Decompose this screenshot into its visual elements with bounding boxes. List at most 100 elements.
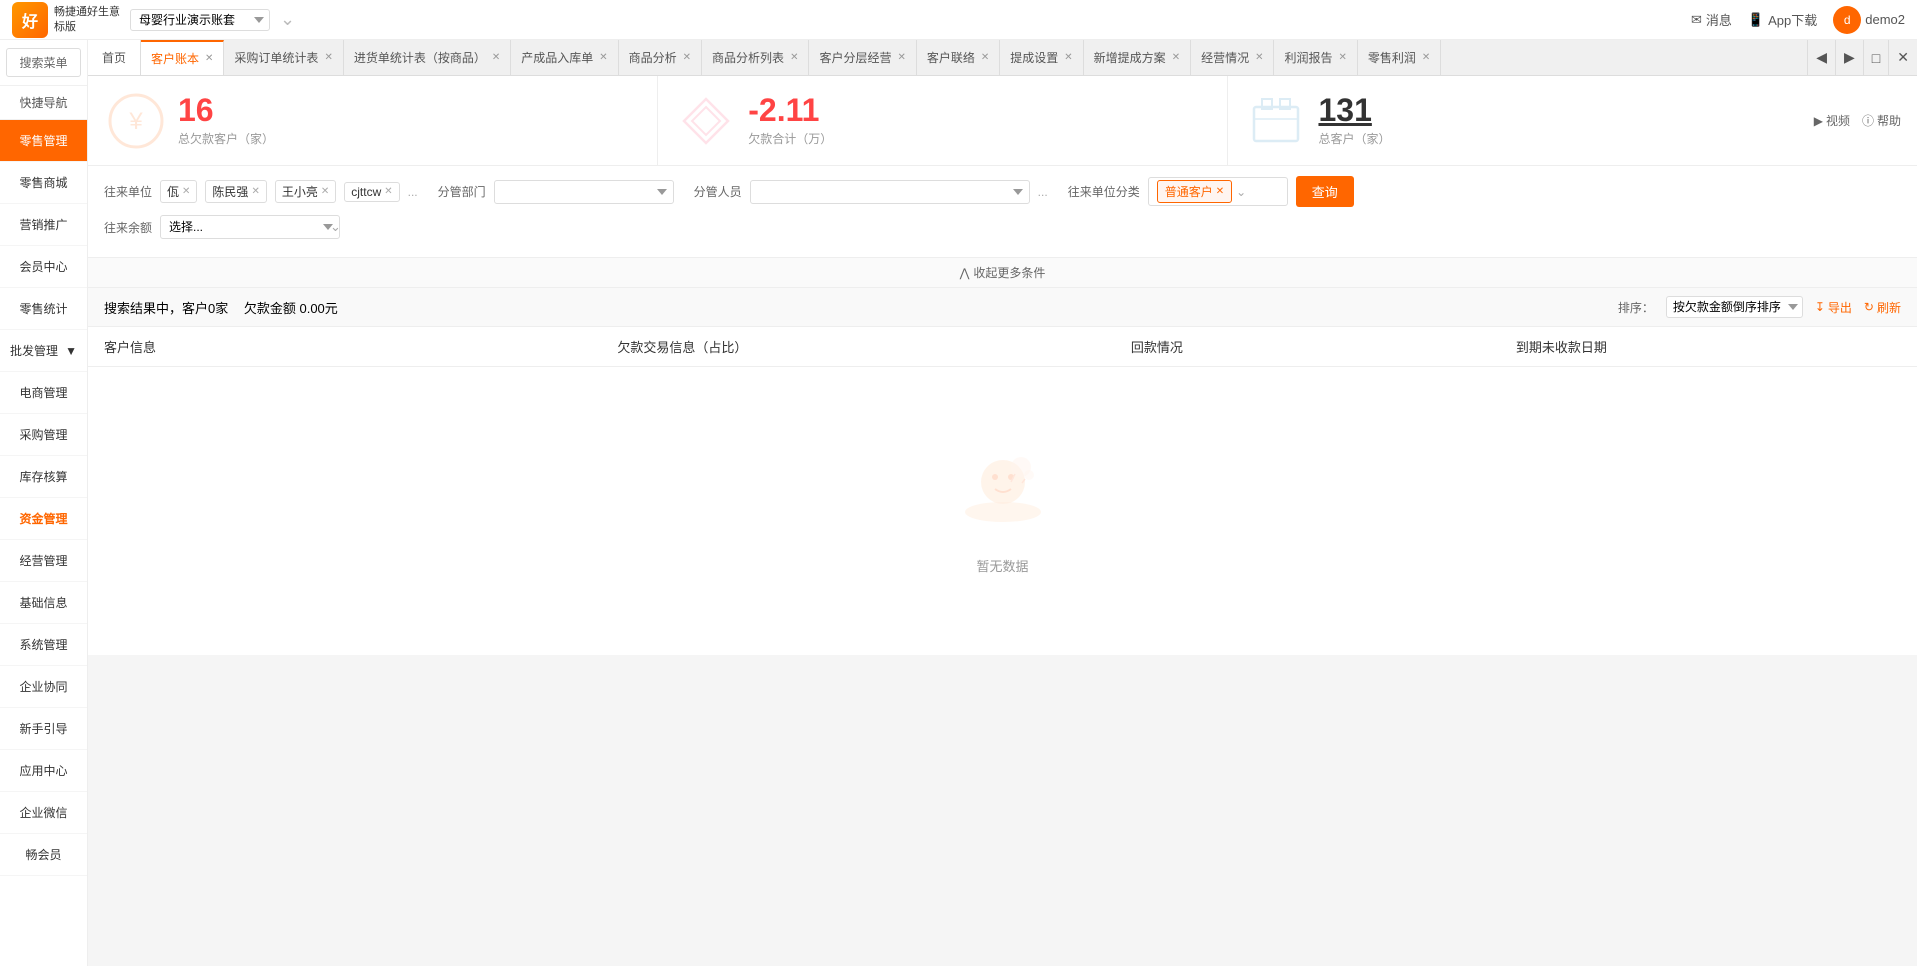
refresh-icon: ↻: [1864, 300, 1874, 314]
classify-chip-close[interactable]: ✕: [1216, 186, 1224, 197]
sidebar-item-member[interactable]: 畅会员: [0, 834, 87, 876]
tab-close-analysis-list[interactable]: ✕: [790, 53, 798, 63]
sidebar-item-retail-management[interactable]: 零售管理: [0, 120, 87, 162]
classify-chip[interactable]: 普通客户 ✕: [1157, 180, 1232, 203]
sidebar-item-operations[interactable]: 经营管理: [0, 540, 87, 582]
collapse-button[interactable]: ⋀ 收起更多条件: [960, 264, 1046, 281]
tab-close-customer-tier[interactable]: ✕: [897, 53, 905, 63]
filter-tag-close-1[interactable]: ✕: [251, 186, 259, 197]
sidebar-search-area: 搜索菜单: [0, 40, 87, 86]
sidebar-item-purchase[interactable]: 采购管理: [0, 414, 87, 456]
message-button[interactable]: ✉ 消息: [1691, 10, 1732, 29]
dept-select[interactable]: [494, 180, 674, 204]
tab-new-commission-plan[interactable]: 新增提成方案 ✕: [1084, 40, 1191, 76]
sidebar-item-system[interactable]: 系统管理: [0, 624, 87, 666]
stats-bar: ¥ 16 总欠款客户（家） -2.11 欠款合计（万）: [88, 76, 1917, 166]
account-select[interactable]: 母婴行业演示账套: [130, 9, 270, 31]
filter-tag-0[interactable]: 佤 ✕: [160, 180, 197, 203]
stat-debt-total: -2.11 欠款合计（万）: [658, 76, 1228, 165]
unit-classify-label: 往来单位分类: [1068, 183, 1140, 200]
tab-customer-contact[interactable]: 客户联络 ✕: [917, 40, 1000, 76]
export-icon: ↧: [1815, 300, 1825, 314]
sidebar-item-guide[interactable]: 新手引导: [0, 708, 87, 750]
filter-more-tags[interactable]: ...: [408, 185, 418, 199]
tab-close-all[interactable]: ✕: [1888, 40, 1917, 76]
tab-close-product-analysis[interactable]: ✕: [683, 53, 691, 63]
filter-tag-close-0[interactable]: ✕: [182, 186, 190, 197]
tab-operations-status[interactable]: 经营情况 ✕: [1191, 40, 1274, 76]
sidebar-item-wholesale[interactable]: 批发管理 ▼: [0, 330, 87, 372]
sidebar-item-basic-info[interactable]: 基础信息: [0, 582, 87, 624]
tab-product-analysis[interactable]: 商品分析 ✕: [619, 40, 702, 76]
filter-tag-1[interactable]: 陈民强 ✕: [205, 180, 266, 203]
user-avatar-area[interactable]: d demo2: [1833, 6, 1905, 34]
logo-icon: 好: [12, 2, 48, 38]
tab-close-retail-profit[interactable]: ✕: [1422, 53, 1430, 63]
balance-select[interactable]: 选择...: [160, 215, 340, 239]
sidebar-item-member-center[interactable]: 会员中心: [0, 246, 87, 288]
tab-close-commission-plan[interactable]: ✕: [1172, 53, 1180, 63]
person-select[interactable]: [750, 180, 1030, 204]
tab-close-profit[interactable]: ✕: [1339, 53, 1347, 63]
sidebar-item-enterprise-wechat[interactable]: 企业微信: [0, 792, 87, 834]
export-button[interactable]: ↧ 导出: [1815, 299, 1852, 316]
tab-close-purchase-product[interactable]: ✕: [492, 53, 500, 63]
video-button[interactable]: ▶ 视频: [1814, 112, 1850, 129]
tab-close-contact[interactable]: ✕: [981, 53, 989, 63]
sidebar-item-retail-stats[interactable]: 零售统计: [0, 288, 87, 330]
svg-text:¥: ¥: [128, 108, 143, 135]
col-overdue-date: 到期未收款日期: [1516, 337, 1901, 356]
search-menu-button[interactable]: 搜索菜单: [6, 48, 81, 77]
filter-tag-3[interactable]: cjttcw ✕: [344, 182, 399, 202]
collapse-bar: ⋀ 收起更多条件: [88, 258, 1917, 288]
tab-commission-settings[interactable]: 提成设置 ✕: [1000, 40, 1083, 76]
tab-purchase-stats-product[interactable]: 进货单统计表（按商品） ✕: [344, 40, 511, 76]
search-result-right: 排序： 按欠款金额倒序排序 ↧ 导出 ↻ 刷新: [1618, 296, 1901, 318]
sidebar-item-marketing[interactable]: 营销推广: [0, 204, 87, 246]
avatar: d: [1833, 6, 1861, 34]
message-icon: ✉: [1691, 12, 1702, 28]
sidebar-item-finance[interactable]: 资金管理: [0, 498, 87, 540]
tab-home[interactable]: 首页: [88, 40, 141, 76]
tab-customer-account[interactable]: 客户账本 ✕: [141, 40, 224, 76]
app-download-button[interactable]: 📱 App下载: [1748, 10, 1817, 29]
tab-profit-report[interactable]: 利润报告 ✕: [1274, 40, 1357, 76]
sidebar-item-enterprise-collab[interactable]: 企业协同: [0, 666, 87, 708]
sort-select[interactable]: 按欠款金额倒序排序: [1666, 296, 1803, 318]
tab-product-analysis-list[interactable]: 商品分析列表 ✕: [702, 40, 809, 76]
classify-select-area[interactable]: 普通客户 ✕ ⌄: [1148, 177, 1288, 206]
tab-customer-tier[interactable]: 客户分层经营 ✕: [809, 40, 916, 76]
tab-purchase-order-stats[interactable]: 采购订单统计表 ✕: [224, 40, 343, 76]
tab-close-operations[interactable]: ✕: [1255, 53, 1263, 63]
sidebar-item-app-center[interactable]: 应用中心: [0, 750, 87, 792]
tab-close-commission[interactable]: ✕: [1064, 53, 1072, 63]
tab-finished-goods[interactable]: 产成品入库单 ✕: [511, 40, 618, 76]
tab-scroll-left[interactable]: ◀: [1807, 40, 1835, 76]
person-label: 分管人员: [694, 183, 742, 200]
tab-close-customer-account[interactable]: ✕: [205, 54, 213, 64]
dept-label: 分管部门: [438, 183, 486, 200]
query-button[interactable]: 查询: [1296, 176, 1354, 207]
filter-tag-2[interactable]: 王小亮 ✕: [275, 180, 336, 203]
tab-scroll-right[interactable]: ▶: [1835, 40, 1863, 76]
sidebar-item-inventory[interactable]: 库存核算: [0, 456, 87, 498]
debt-value: -2.11: [748, 94, 832, 126]
unit-label: 往来单位: [104, 183, 152, 200]
more-person-btn[interactable]: ...: [1038, 185, 1048, 199]
help-button[interactable]: ⓘ 帮助: [1862, 112, 1901, 129]
filter-tag-close-2[interactable]: ✕: [321, 186, 329, 197]
debtors-value: 16: [178, 94, 274, 126]
search-result-text-area: 搜索结果中，客户0家 欠款金额 0.00元: [104, 298, 338, 317]
debtors-content: 16 总欠款客户（家）: [178, 94, 274, 147]
sidebar-item-retail-mall[interactable]: 零售商城: [0, 162, 87, 204]
tab-bar: 首页 客户账本 ✕ 采购订单统计表 ✕ 进货单统计表（按商品） ✕ 产成品入库单…: [88, 40, 1917, 76]
refresh-button[interactable]: ↻ 刷新: [1864, 299, 1901, 316]
filter-tag-close-3[interactable]: ✕: [384, 186, 392, 197]
quick-nav-button[interactable]: 快捷导航: [0, 86, 87, 120]
top-bar: 好 畅捷通好生意 标版 母婴行业演示账套 ⌄ ✉ 消息 📱 App下载 d de…: [0, 0, 1917, 40]
sidebar-item-ecommerce[interactable]: 电商管理: [0, 372, 87, 414]
tab-retail-profit[interactable]: 零售利润 ✕: [1358, 40, 1441, 76]
tab-close-finished-goods[interactable]: ✕: [599, 53, 607, 63]
tab-close-purchase-order[interactable]: ✕: [324, 53, 332, 63]
tab-maximize[interactable]: □: [1863, 40, 1888, 76]
